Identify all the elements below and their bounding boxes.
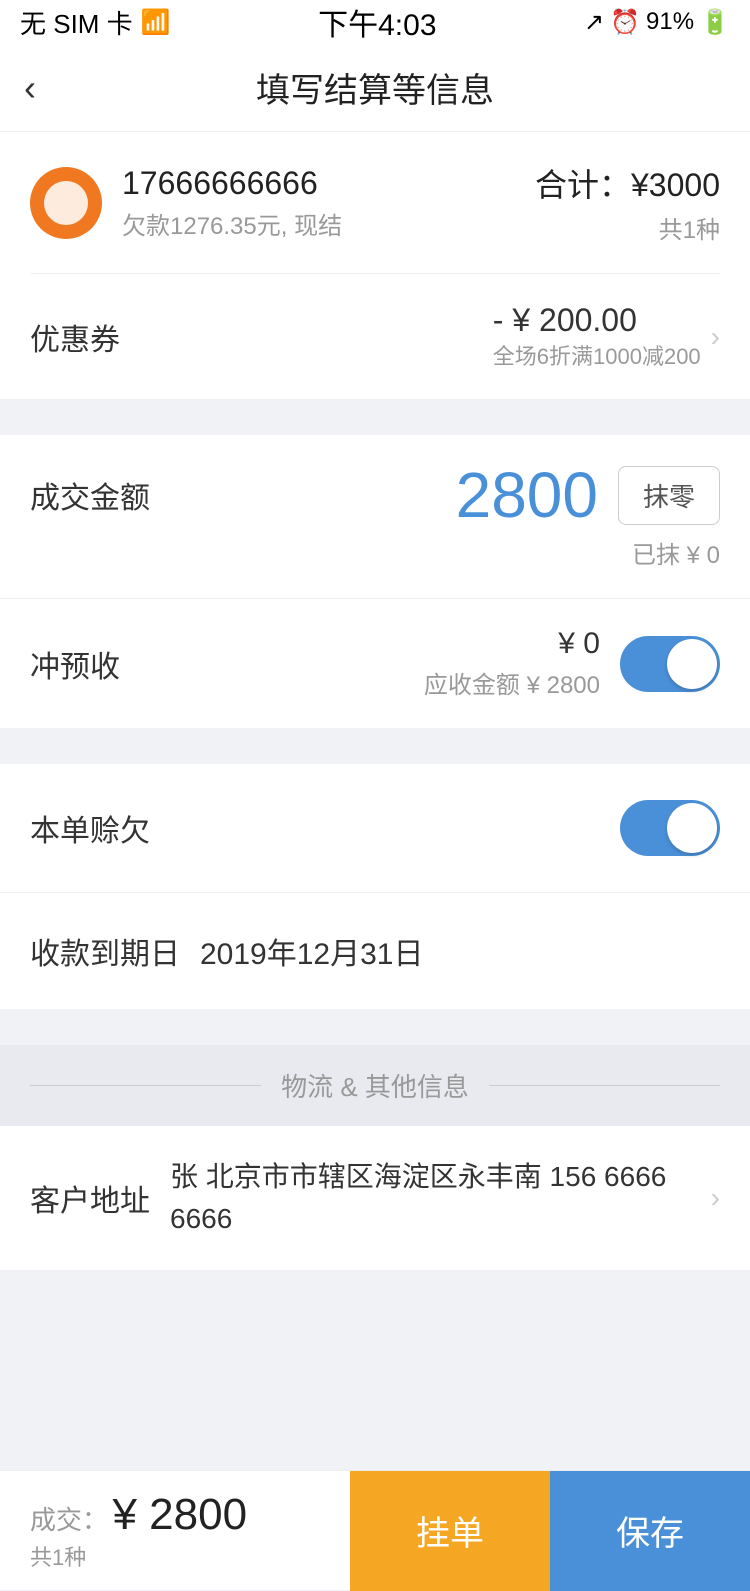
charge-right: ¥ 0 应收金额 ¥ 2800 (424, 627, 720, 700)
due-date-value: 2019年12月31日 (200, 929, 423, 973)
customer-phone: 17666666666 (122, 165, 342, 202)
customer-info: 17666666666 欠款1276.35元, 现结 (122, 165, 342, 241)
save-button[interactable]: 保存 (550, 1471, 750, 1591)
charge-amount: ¥ 0 (424, 627, 600, 661)
toggle-circle-2 (667, 803, 717, 853)
bad-debt-label: 本单赊欠 (30, 806, 150, 850)
charge-sub: 应收金额 ¥ 2800 (424, 665, 600, 700)
logistics-text: 物流 & 其他信息 (281, 1067, 469, 1104)
deal-amount: 2800 (456, 463, 598, 527)
customer-right: 合计：¥3000 共1种 (535, 160, 720, 245)
deal-card: 成交金额 2800 抹零 已抹 ¥ 0 冲预收 ¥ 0 应收金额 ¥ 2800 (0, 435, 750, 728)
nav-bar: ‹ 填写结算等信息 (0, 44, 750, 132)
coupon-right: - ¥ 200.00 全场6折满1000减200 › (493, 302, 720, 371)
logistics-line-right (489, 1085, 720, 1086)
coupon-desc: 全场6折满1000减200 (493, 339, 701, 371)
customer-sub: 欠款1276.35元, 现结 (122, 206, 342, 241)
coupon-row[interactable]: 优惠券 - ¥ 200.00 全场6折满1000减200 › (0, 274, 750, 399)
empty-area (0, 1270, 750, 1470)
avatar-icon (44, 181, 88, 225)
chevron-right-icon: › (711, 321, 720, 353)
toggle-circle (667, 639, 717, 689)
section-gap-2 (0, 744, 750, 764)
address-value: 张 北京市市辖区海淀区永丰南 156 6666 6666 (170, 1156, 711, 1240)
section-gap-3 (0, 1025, 750, 1045)
page-title: 填写结算等信息 (256, 63, 494, 112)
logistics-separator: 物流 & 其他信息 (0, 1045, 750, 1126)
customer-row: 17666666666 欠款1276.35元, 现结 合计：¥3000 共1种 (0, 132, 750, 273)
bottom-count: 共1种 (30, 1540, 320, 1572)
content-area: 17666666666 欠款1276.35元, 现结 合计：¥3000 共1种 … (0, 132, 750, 1470)
total-amount: 合计：¥3000 (535, 160, 720, 206)
bottom-bar: 成交： ¥ 2800 共1种 挂单 保存 (0, 1470, 750, 1590)
customer-left: 17666666666 欠款1276.35元, 现结 (30, 165, 342, 241)
address-row[interactable]: 客户地址 张 北京市市辖区海淀区永丰南 156 6666 6666 › (0, 1126, 750, 1270)
avatar (30, 167, 102, 239)
section-gap-1 (0, 415, 750, 435)
coupon-label: 优惠券 (30, 315, 120, 359)
status-bar: 无 SIM 卡 📶 下午4:03 ↗ ⏰ 91% 🔋 (0, 0, 750, 44)
deal-amount-wrap: 2800 抹零 (456, 463, 720, 527)
battery-icon: 🔋 (700, 8, 730, 37)
deal-row: 成交金额 2800 抹零 (30, 463, 720, 527)
due-date-row: 收款到期日 2019年12月31日 (0, 892, 750, 1009)
charge-label: 冲预收 (30, 642, 120, 686)
logistics-line-left (30, 1085, 261, 1086)
alarm-icon: ⏰ (610, 8, 640, 37)
charge-row: 冲预收 ¥ 0 应收金额 ¥ 2800 (0, 598, 750, 728)
status-time: 下午4:03 (318, 0, 436, 44)
deal-label: 成交金额 (30, 473, 150, 517)
bottom-info: 成交： ¥ 2800 共1种 (0, 1490, 350, 1572)
wifi-icon: 📶 (141, 8, 171, 37)
carrier-text: 无 SIM 卡 (20, 4, 133, 41)
deal-sub: 已抹 ¥ 0 (30, 535, 720, 570)
address-label: 客户地址 (30, 1176, 150, 1220)
back-button[interactable]: ‹ (24, 67, 36, 109)
battery-text: 91% (646, 8, 694, 36)
due-date-label: 收款到期日 (30, 929, 180, 973)
status-right: ↗ ⏰ 91% 🔋 (584, 8, 730, 37)
bottom-amount: ¥ 2800 (112, 1490, 247, 1539)
bad-debt-row: 本单赊欠 (0, 764, 750, 892)
location-icon: ↗ (584, 8, 604, 37)
deal-section: 成交金额 2800 抹零 已抹 ¥ 0 (0, 435, 750, 598)
bottom-deal-label: 成交： (30, 1505, 108, 1535)
charge-toggle[interactable] (620, 636, 720, 692)
address-chevron-icon: › (711, 1182, 720, 1214)
round-button[interactable]: 抹零 (618, 466, 720, 525)
bad-debt-toggle[interactable] (620, 800, 720, 856)
pending-button[interactable]: 挂单 (350, 1471, 550, 1591)
total-count: 共1种 (535, 210, 720, 245)
charge-amount-wrap: ¥ 0 应收金额 ¥ 2800 (424, 627, 600, 700)
status-left: 无 SIM 卡 📶 (20, 4, 171, 41)
bad-debt-card: 本单赊欠 收款到期日 2019年12月31日 (0, 764, 750, 1009)
coupon-discount: - ¥ 200.00 (493, 302, 701, 339)
customer-card: 17666666666 欠款1276.35元, 现结 合计：¥3000 共1种 … (0, 132, 750, 399)
